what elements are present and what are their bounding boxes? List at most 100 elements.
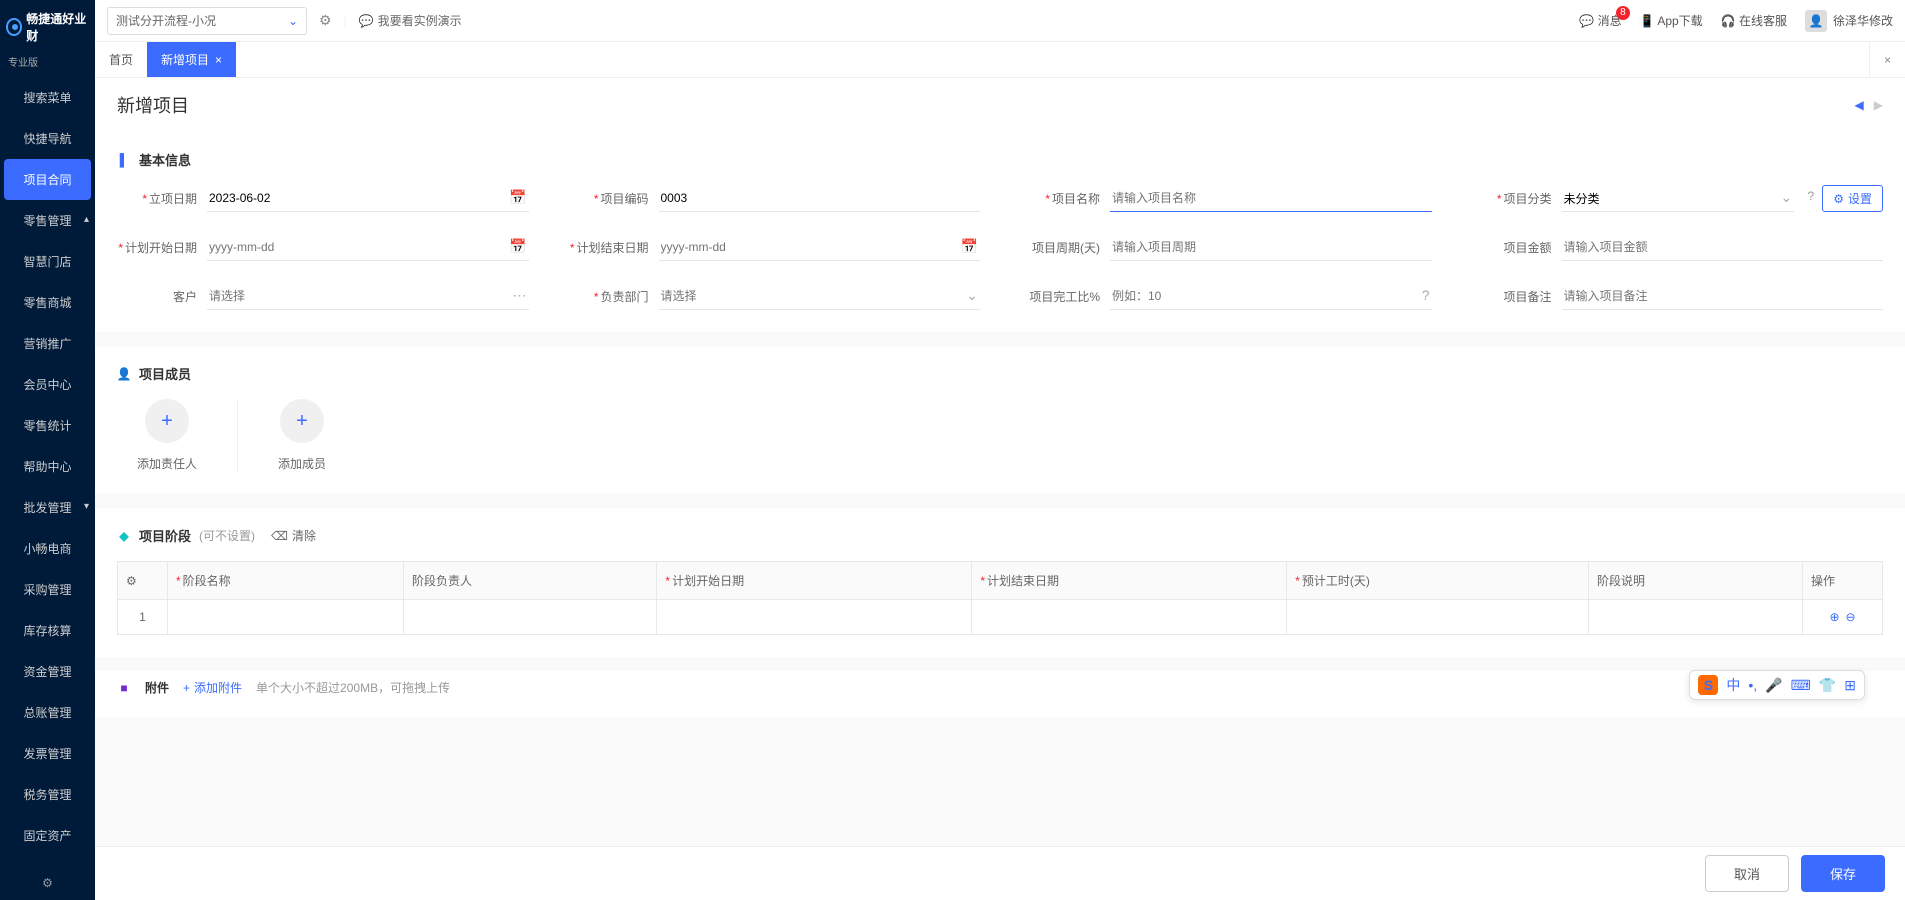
sidebar-item-assets[interactable]: 固定资产 [0, 815, 95, 856]
ime-grid-icon[interactable]: ⊞ [1844, 677, 1856, 694]
next-page-button[interactable]: ▶ [1874, 98, 1883, 112]
customer-select[interactable] [207, 283, 529, 310]
amount-input[interactable] [1562, 234, 1884, 261]
gear-icon[interactable]: ⚙ [319, 12, 332, 29]
cancel-button[interactable]: 取消 [1705, 855, 1789, 892]
col-stage-owner: 阶段负责人 [403, 562, 656, 600]
name-input[interactable] [1110, 185, 1432, 212]
brand-name: 畅捷通好业财 [26, 10, 89, 44]
sidebar-item-retail-mall[interactable]: 零售商城 [0, 282, 95, 323]
code-label: 项目编码 [569, 190, 659, 207]
date-input[interactable] [207, 185, 529, 212]
help-icon[interactable]: ? [1808, 189, 1815, 203]
flow-selector[interactable]: 测试分开流程-小况 ⌄ [107, 7, 307, 35]
add-owner-button[interactable]: + [145, 399, 189, 443]
sidebar-item-marketing[interactable]: 营销推广 [0, 323, 95, 364]
ime-mic-icon[interactable]: 🎤 [1765, 677, 1782, 694]
stages-table: ⚙ 阶段名称 阶段负责人 计划开始日期 计划结束日期 预计工时(天) 阶段说明 … [117, 561, 1883, 635]
prev-page-button[interactable]: ◀ [1855, 98, 1864, 112]
tab-new-project[interactable]: 新增项目 × [147, 42, 236, 77]
logo-icon [6, 18, 22, 36]
sidebar-item-smart-store[interactable]: 智慧门店 [0, 241, 95, 282]
add-member-button[interactable]: + [280, 399, 324, 443]
sidebar-item-project-contract[interactable]: 项目合同 [4, 159, 91, 200]
user-menu[interactable]: 👤 徐泽华修改 [1805, 10, 1893, 32]
cell-stage-owner[interactable] [403, 600, 656, 635]
section-attach-title: 附件 [145, 679, 169, 696]
sidebar-settings-icon[interactable]: ⚙ [0, 866, 95, 900]
tabs-bar: 首页 新增项目 × × [95, 42, 1905, 78]
table-row[interactable]: 1 ⊕ ⊖ [118, 600, 1883, 635]
dept-select[interactable] [659, 283, 981, 310]
info-icon: ▌ [117, 153, 131, 167]
avatar-icon: 👤 [1805, 10, 1827, 32]
add-attachment-button[interactable]: + 添加附件 [183, 679, 242, 696]
date-label: 立项日期 [117, 190, 207, 207]
row-index: 1 [118, 600, 168, 635]
col-plan-start: 计划开始日期 [657, 562, 972, 600]
support-button[interactable]: 🎧 在线客服 [1721, 12, 1787, 29]
col-desc: 阶段说明 [1588, 562, 1802, 600]
ime-lang[interactable]: 中 [1726, 675, 1740, 695]
name-label: 项目名称 [1020, 190, 1110, 207]
add-member-label: 添加成员 [278, 455, 326, 472]
sidebar-item-tax[interactable]: 税务管理 [0, 774, 95, 815]
sidebar-item-purchase[interactable]: 采购管理 [0, 569, 95, 610]
sidebar-item-inventory[interactable]: 库存核算 [0, 610, 95, 651]
person-icon: 👤 [117, 367, 131, 381]
sidebar-item-search[interactable]: 搜索菜单 [0, 77, 95, 118]
ime-punct-icon[interactable]: •, [1748, 677, 1757, 693]
ime-shirt-icon[interactable]: 👕 [1819, 677, 1836, 694]
cell-desc[interactable] [1588, 600, 1802, 635]
col-hours: 预计工时(天) [1287, 562, 1589, 600]
sidebar-item-ledger[interactable]: 总账管理 [0, 692, 95, 733]
tab-home[interactable]: 首页 [95, 42, 147, 77]
category-select[interactable] [1562, 185, 1795, 212]
sidebar-item-invoice[interactable]: 发票管理 [0, 733, 95, 774]
folder-icon: ■ [117, 681, 131, 695]
done-input[interactable] [1110, 283, 1432, 310]
sidebar-item-retail[interactable]: 零售管理▴ [0, 200, 95, 241]
row-add-icon[interactable]: ⊕ [1829, 610, 1839, 624]
demo-link[interactable]: 💬 我要看实例演示 [359, 12, 462, 29]
clear-stages-button[interactable]: ⌫ 清除 [271, 527, 316, 544]
close-all-tabs-button[interactable]: × [1869, 42, 1905, 77]
cell-plan-end[interactable] [972, 600, 1287, 635]
ime-toolbar[interactable]: S 中 •, 🎤 ⌨ 👕 ⊞ [1689, 670, 1865, 700]
period-input[interactable] [1110, 234, 1432, 261]
remark-input[interactable] [1562, 283, 1884, 310]
app-download-button[interactable]: 📱 App下载 [1640, 12, 1703, 29]
amount-label: 项目金额 [1472, 239, 1562, 256]
period-label: 项目周期(天) [1020, 239, 1110, 256]
messages-button[interactable]: 💬 消息 8 [1579, 12, 1621, 29]
remark-label: 项目备注 [1472, 288, 1562, 305]
sidebar-item-member[interactable]: 会员中心 [0, 364, 95, 405]
end-date-input[interactable] [659, 234, 981, 261]
setup-button[interactable]: ⚙ 设置 [1822, 185, 1883, 212]
flow-selector-value: 测试分开流程-小况 [116, 12, 216, 29]
cell-stage-name[interactable] [168, 600, 404, 635]
code-input[interactable] [659, 185, 981, 212]
page-title: 新增项目 [117, 92, 189, 118]
sidebar-item-wholesale[interactable]: 批发管理▾ [0, 487, 95, 528]
section-basic-title: 基本信息 [139, 150, 191, 169]
ime-keyboard-icon[interactable]: ⌨ [1791, 677, 1811, 694]
sidebar-item-funds[interactable]: 资金管理 [0, 651, 95, 692]
col-op: 操作 [1803, 562, 1883, 600]
caret-down-icon: ▾ [84, 501, 89, 512]
table-settings-icon[interactable]: ⚙ [118, 562, 168, 600]
sidebar-item-quicknav[interactable]: 快捷导航 [0, 118, 95, 159]
stage-icon: ◆ [117, 529, 131, 543]
ime-logo-icon: S [1698, 675, 1718, 695]
sidebar-item-help[interactable]: 帮助中心 [0, 446, 95, 487]
row-delete-icon[interactable]: ⊖ [1846, 610, 1856, 624]
sidebar-item-retail-stats[interactable]: 零售统计 [0, 405, 95, 446]
cell-plan-start[interactable] [657, 600, 972, 635]
cell-hours[interactable] [1287, 600, 1589, 635]
start-date-input[interactable] [207, 234, 529, 261]
customer-label: 客户 [117, 288, 207, 305]
sidebar-item-ecommerce[interactable]: 小畅电商 [0, 528, 95, 569]
save-button[interactable]: 保存 [1801, 855, 1885, 892]
close-icon[interactable]: × [215, 53, 222, 67]
add-owner-label: 添加责任人 [137, 455, 197, 472]
